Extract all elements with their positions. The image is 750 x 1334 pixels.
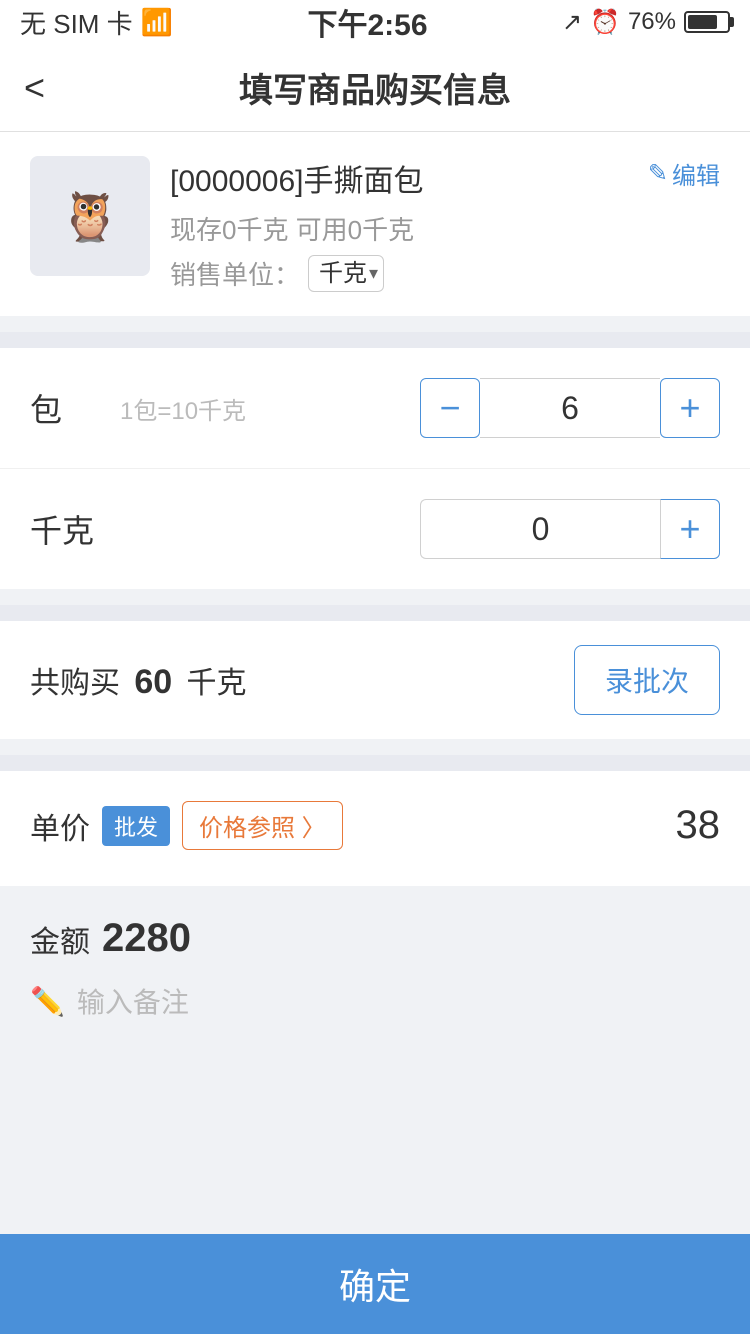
location-icon: ↗ <box>562 8 582 37</box>
status-bar: 无 SIM 卡 📶 下午2:56 ↗ ⏰ 76% <box>0 0 750 44</box>
nav-bar: < 填写商品购买信息 <box>0 44 750 132</box>
sim-label: 无 SIM 卡 <box>20 4 133 41</box>
note-row[interactable]: ✏️ 输入备注 <box>30 981 720 1021</box>
kg-plus-button[interactable]: + <box>660 499 720 559</box>
kg-input-control: + <box>420 499 720 559</box>
product-name-row: [0000006]手撕面包 ✎ 编辑 <box>170 156 720 200</box>
amount-row: 金额 2280 <box>30 916 720 961</box>
bag-minus-button[interactable]: − <box>420 378 480 438</box>
total-prefix: 共购买 <box>30 667 120 700</box>
divider-2 <box>0 605 750 621</box>
status-time: 下午2:56 <box>307 0 427 44</box>
battery-label: 76% <box>628 8 676 36</box>
product-name: [0000006]手撕面包 <box>170 156 423 200</box>
wifi-icon: 📶 <box>141 7 173 38</box>
back-button[interactable]: < <box>24 67 45 109</box>
product-card: 🦉 [0000006]手撕面包 ✎ 编辑 现存0千克 可用0千克 销售单位： 千… <box>0 132 750 316</box>
batch-button[interactable]: 录批次 <box>574 645 720 715</box>
spacer <box>0 1031 750 1234</box>
bag-hint: 1包=10千克 <box>120 391 420 426</box>
edit-label: 编辑 <box>672 156 720 191</box>
amount-section: 金额 2280 ✏️ 输入备注 <box>0 886 750 1031</box>
price-badge: 批发 <box>102 806 170 846</box>
status-left: 无 SIM 卡 📶 <box>20 4 173 41</box>
total-row: 共购买 60 千克 录批次 <box>0 621 750 739</box>
content-area: 🦉 [0000006]手撕面包 ✎ 编辑 现存0千克 可用0千克 销售单位： 千… <box>0 132 750 1234</box>
product-logo-icon: 🦉 <box>60 188 120 245</box>
bag-qty-input[interactable] <box>480 378 660 438</box>
amount-label: 金额 <box>30 917 90 961</box>
alarm-icon: ⏰ <box>590 8 620 37</box>
kg-input-row: 千克 + <box>0 469 750 589</box>
divider-3 <box>0 755 750 771</box>
amount-value: 2280 <box>102 916 191 961</box>
bag-input-section: 包 1包=10千克 − + 千克 + <box>0 348 750 589</box>
unit-select[interactable]: 千克 <box>308 255 384 292</box>
bag-input-control: − + <box>420 378 720 438</box>
total-qty: 60 <box>134 663 172 701</box>
status-right: ↗ ⏰ 76% <box>562 8 730 37</box>
price-section: 单价 批发 价格参照 〉 38 <box>0 771 750 886</box>
price-label-text: 单价 <box>30 804 90 848</box>
price-value: 38 <box>676 803 721 848</box>
divider-1 <box>0 332 750 348</box>
page-title: 填写商品购买信息 <box>239 63 511 112</box>
unit-label: 销售单位： <box>170 255 300 292</box>
edit-button[interactable]: ✎ 编辑 <box>648 156 720 191</box>
note-placeholder: 输入备注 <box>77 981 189 1021</box>
bag-input-row: 包 1包=10千克 − + <box>0 348 750 469</box>
edit-icon: ✎ <box>648 159 668 188</box>
total-unit: 千克 <box>187 667 247 700</box>
price-ref-button[interactable]: 价格参照 〉 <box>182 801 343 850</box>
kg-label: 千克 <box>30 506 110 552</box>
product-info: [0000006]手撕面包 ✎ 编辑 现存0千克 可用0千克 销售单位： 千克 <box>170 156 720 292</box>
kg-qty-input[interactable] <box>420 499 660 559</box>
confirm-button[interactable]: 确定 <box>0 1234 750 1334</box>
total-text: 共购买 60 千克 <box>30 658 247 702</box>
battery-icon <box>684 11 730 33</box>
price-row: 单价 批发 价格参照 〉 38 <box>30 801 720 850</box>
product-stock: 现存0千克 可用0千克 <box>170 210 720 247</box>
unit-select-wrap[interactable]: 千克 <box>308 255 384 292</box>
bag-label: 包 <box>30 385 110 431</box>
product-unit-row: 销售单位： 千克 <box>170 255 720 292</box>
product-image: 🦉 <box>30 156 150 276</box>
bag-plus-button[interactable]: + <box>660 378 720 438</box>
pencil-icon: ✏️ <box>30 985 65 1018</box>
price-label: 单价 批发 价格参照 〉 <box>30 801 343 850</box>
